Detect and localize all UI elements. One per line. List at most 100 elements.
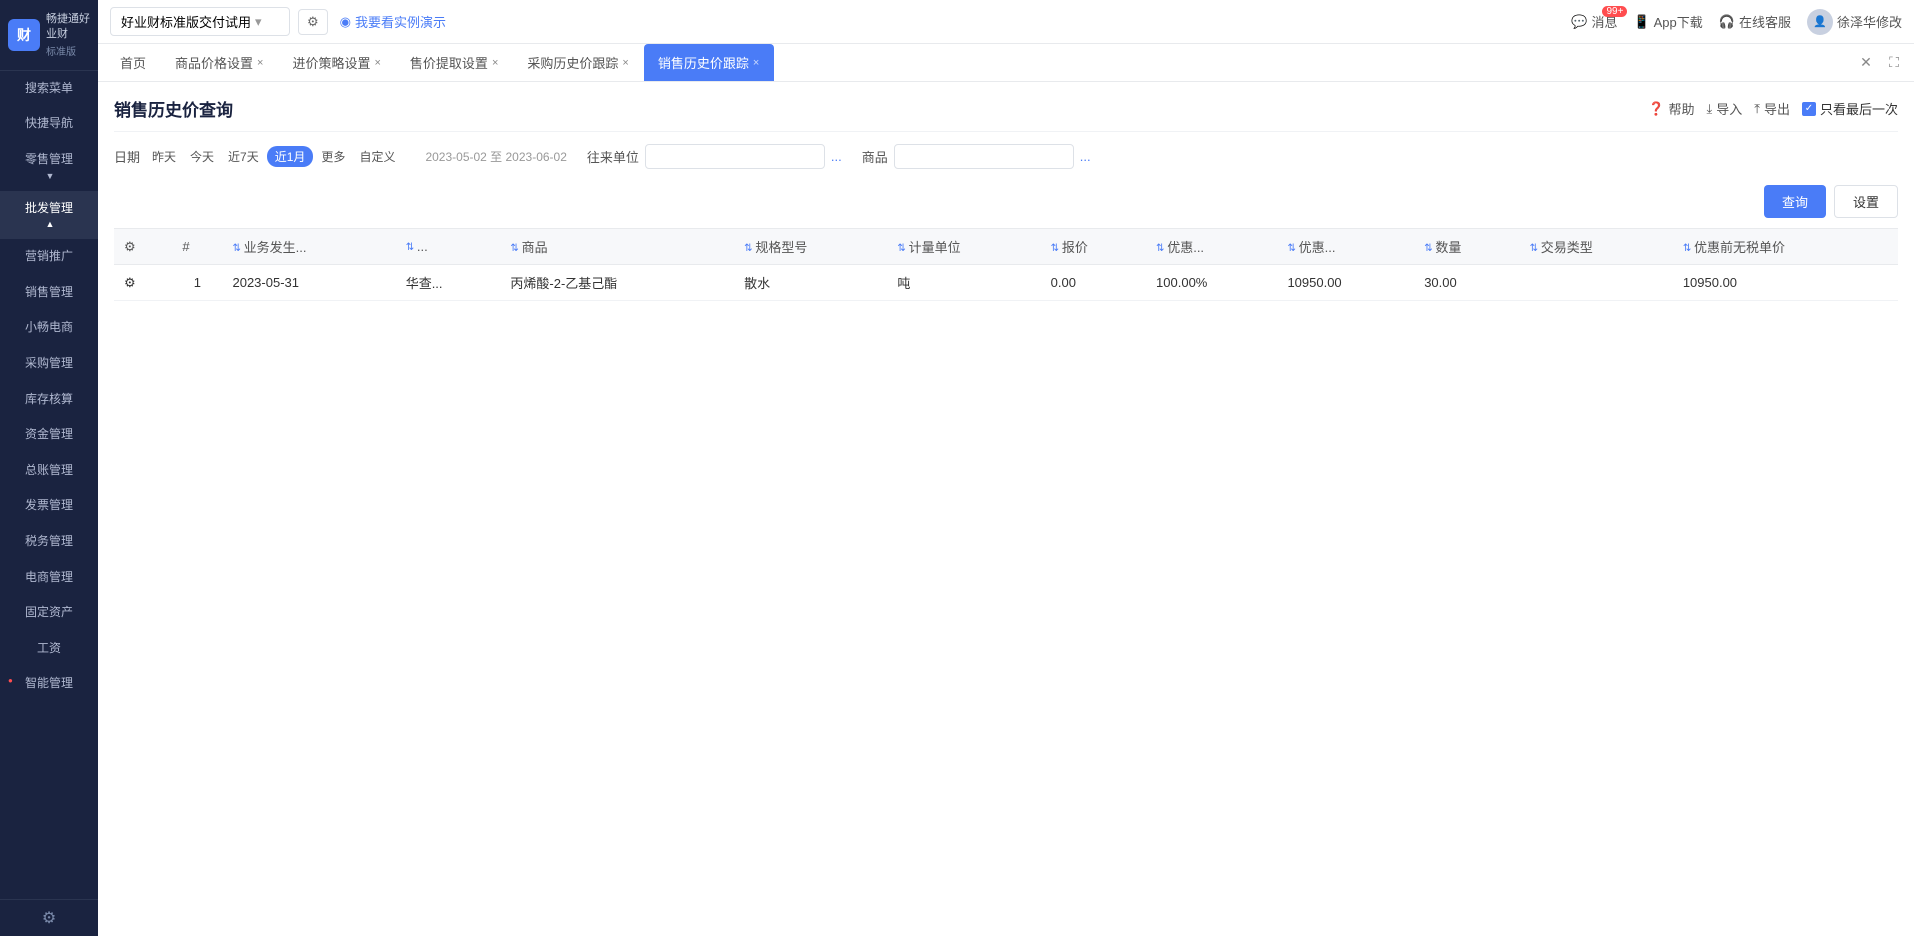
tab-close-purchase-history[interactable]: × bbox=[622, 57, 628, 69]
tab-purchase-strategy[interactable]: 进价策略设置 × bbox=[278, 44, 395, 82]
page-header-actions: ❓ 帮助 ⤓ 导入 ⤒ 导出 ✓ 只看最后一 bbox=[1648, 99, 1898, 118]
product-input[interactable] bbox=[894, 144, 1074, 169]
source-dots[interactable]: ... bbox=[831, 149, 842, 164]
col-header-trade_type[interactable]: ⇅ 交易类型 bbox=[1520, 229, 1673, 265]
sidebar-item-quick-nav[interactable]: 快捷导航 bbox=[0, 106, 98, 142]
sidebar-item-label-payroll: 工资 bbox=[37, 641, 61, 657]
checkbox-check-icon: ✓ bbox=[1805, 103, 1813, 114]
sidebar-item-finance[interactable]: 资金管理 bbox=[0, 417, 98, 453]
sidebar-item-label-wholesale: 批发管理 bbox=[25, 201, 73, 217]
page-header: 销售历史价查询 ❓ 帮助 ⤓ 导入 ⤒ 导出 bbox=[114, 82, 1898, 132]
sidebar-item-sales[interactable]: 销售管理 bbox=[0, 275, 98, 311]
topbar-settings-button[interactable]: ⚙ bbox=[298, 9, 328, 35]
col-header-biz_date[interactable]: ⇅ 业务发生... bbox=[222, 229, 395, 265]
online-service-button[interactable]: 🎧 在线客服 bbox=[1719, 12, 1791, 31]
sidebar-item-tax[interactable]: 税务管理 bbox=[0, 524, 98, 560]
sidebar-item-label-marketing: 营销推广 bbox=[25, 249, 73, 265]
export-button[interactable]: ⤒ 导出 bbox=[1754, 99, 1790, 118]
only-last-checkbox-label[interactable]: ✓ 只看最后一次 bbox=[1802, 99, 1898, 118]
product-dots[interactable]: ... bbox=[1080, 149, 1091, 164]
tab-sale-extract[interactable]: 售价提取设置 × bbox=[396, 44, 513, 82]
date-btn-yesterday[interactable]: 昨天 bbox=[146, 146, 182, 167]
sidebar-item-label-ecommerce: 电商管理 bbox=[25, 570, 73, 586]
date-range-text: 2023-05-02 至 2023-06-02 bbox=[425, 148, 566, 165]
sidebar-item-smart[interactable]: 智能管理 bbox=[0, 666, 98, 702]
table-header-row: ⚙#⇅ 业务发生...⇅ ...⇅ 商品⇅ 规格型号⇅ 计量单位⇅ 报价⇅ 优惠… bbox=[114, 229, 1898, 265]
online-service-icon: 🎧 bbox=[1719, 14, 1735, 30]
sidebar-item-label-fixed-assets: 固定资产 bbox=[25, 605, 73, 621]
settings-icon[interactable]: ⚙ bbox=[42, 908, 56, 928]
col-header-discount_amount[interactable]: ⇅ 优惠... bbox=[1277, 229, 1414, 265]
only-last-checkbox[interactable]: ✓ bbox=[1802, 102, 1816, 116]
col-header-quantity[interactable]: ⇅ 数量 bbox=[1414, 229, 1519, 265]
date-btn-more[interactable]: 更多 bbox=[315, 146, 351, 167]
col-header-product[interactable]: ⇅ 商品 bbox=[500, 229, 734, 265]
tab-sales-history[interactable]: 销售历史价跟踪 × bbox=[644, 44, 774, 82]
tab-home[interactable]: 首页 bbox=[106, 44, 161, 82]
sidebar-item-ecommerce[interactable]: 电商管理 bbox=[0, 560, 98, 596]
col-sort-icon-product: ⇅ bbox=[510, 243, 521, 254]
tab-price-settings[interactable]: 商品价格设置 × bbox=[161, 44, 278, 82]
online-service-label: 在线客服 bbox=[1739, 12, 1791, 31]
tabs-bar: 首页商品价格设置 ×进价策略设置 ×售价提取设置 ×采购历史价跟踪 ×销售历史价… bbox=[98, 44, 1914, 82]
col-header-unit[interactable]: ⇅ 计量单位 bbox=[887, 229, 1040, 265]
sidebar-item-ecommerce-small[interactable]: 小畅电商 bbox=[0, 310, 98, 346]
col-sort-icon-trade_type: ⇅ bbox=[1530, 243, 1541, 254]
query-button[interactable]: 查询 bbox=[1764, 185, 1826, 218]
help-icon: ❓ bbox=[1648, 101, 1664, 117]
sidebar-item-payroll[interactable]: 工资 bbox=[0, 631, 98, 667]
tab-close-price-settings[interactable]: × bbox=[257, 57, 263, 69]
sidebar-item-invoice[interactable]: 发票管理 bbox=[0, 488, 98, 524]
help-button[interactable]: ❓ 帮助 bbox=[1648, 99, 1694, 118]
date-btn-today[interactable]: 今天 bbox=[184, 146, 220, 167]
app-name: 畅捷通好业财 bbox=[46, 12, 90, 43]
sidebar-item-inventory[interactable]: 库存核算 bbox=[0, 382, 98, 418]
col-sort-icon-unit: ⇅ bbox=[897, 243, 908, 254]
source-input[interactable] bbox=[645, 144, 825, 169]
user-menu[interactable]: 👤 徐泽华修改 bbox=[1807, 9, 1902, 35]
tab-close-sales-history[interactable]: × bbox=[753, 57, 759, 69]
tab-label-purchase-strategy: 进价策略设置 bbox=[292, 53, 370, 72]
app-download-button[interactable]: 📱 App下载 bbox=[1633, 12, 1702, 31]
sidebar-item-purchase[interactable]: 采购管理 bbox=[0, 346, 98, 382]
date-filter-group: 日期 昨天今天近7天近1月更多自定义 bbox=[114, 146, 401, 167]
import-button[interactable]: ⤓ 导入 bbox=[1706, 99, 1742, 118]
product-filter-group: 商品 ... bbox=[862, 144, 1091, 169]
col-header-extra[interactable]: ⇅ ... bbox=[396, 229, 501, 265]
sidebar-nav: 搜索菜单快捷导航零售管理▼批发管理▲ 营销推广销售管理小畅电商采购管理库存核算资金… bbox=[0, 71, 98, 899]
tab-close-button[interactable]: ✕ bbox=[1854, 51, 1878, 75]
date-btn-1month[interactable]: 近1月 bbox=[267, 146, 314, 167]
version-select[interactable]: 好业财标准版交付试用 ▾ bbox=[110, 7, 290, 36]
col-header-spec[interactable]: ⇅ 规格型号 bbox=[734, 229, 887, 265]
date-filter-label: 日期 bbox=[114, 147, 140, 166]
demo-button[interactable]: ◉ 我要看实例演示 bbox=[340, 12, 446, 31]
sidebar-item-label-tax: 税务管理 bbox=[25, 534, 73, 550]
sidebar-item-fixed-assets[interactable]: 固定资产 bbox=[0, 595, 98, 631]
sidebar-item-wholesale[interactable]: 批发管理▲ bbox=[0, 191, 98, 240]
tab-close-sale-extract[interactable]: × bbox=[492, 57, 498, 69]
messages-button[interactable]: 💬 消息 99+ bbox=[1571, 12, 1617, 31]
cell-unit: 吨 bbox=[887, 265, 1040, 301]
demo-text: 我要看实例演示 bbox=[355, 12, 446, 31]
sidebar-item-general-ledger[interactable]: 总账管理 bbox=[0, 453, 98, 489]
tab-purchase-history[interactable]: 采购历史价跟踪 × bbox=[513, 44, 643, 82]
sidebar-item-search[interactable]: 搜索菜单 bbox=[0, 71, 98, 107]
tab-close-purchase-strategy[interactable]: × bbox=[374, 57, 380, 69]
sidebar-item-marketing[interactable]: 营销推广 bbox=[0, 239, 98, 275]
sidebar-item-arrow-retail: ▼ bbox=[46, 171, 55, 181]
sidebar-item-label-purchase: 采购管理 bbox=[25, 356, 73, 372]
sidebar-item-label-sales: 销售管理 bbox=[25, 285, 73, 301]
col-header-discount_rate[interactable]: ⇅ 优惠... bbox=[1146, 229, 1277, 265]
settings-button[interactable]: 设置 bbox=[1834, 185, 1898, 218]
source-label: 往来单位 bbox=[587, 147, 639, 166]
tab-label-sale-extract: 售价提取设置 bbox=[410, 53, 488, 72]
col-header-pretax_price[interactable]: ⇅ 优惠前无税单价 bbox=[1673, 229, 1898, 265]
col-sort-icon-biz_date: ⇅ bbox=[232, 243, 243, 254]
date-btn-custom[interactable]: 自定义 bbox=[353, 146, 401, 167]
date-btn-7days[interactable]: 近7天 bbox=[222, 146, 265, 167]
sidebar-item-retail[interactable]: 零售管理▼ bbox=[0, 142, 98, 191]
version-select-arrow: ▾ bbox=[255, 14, 262, 30]
col-header-price[interactable]: ⇅ 报价 bbox=[1041, 229, 1146, 265]
app-version: 标准版 bbox=[46, 43, 90, 58]
tab-expand-button[interactable]: ⛶ bbox=[1882, 51, 1906, 75]
